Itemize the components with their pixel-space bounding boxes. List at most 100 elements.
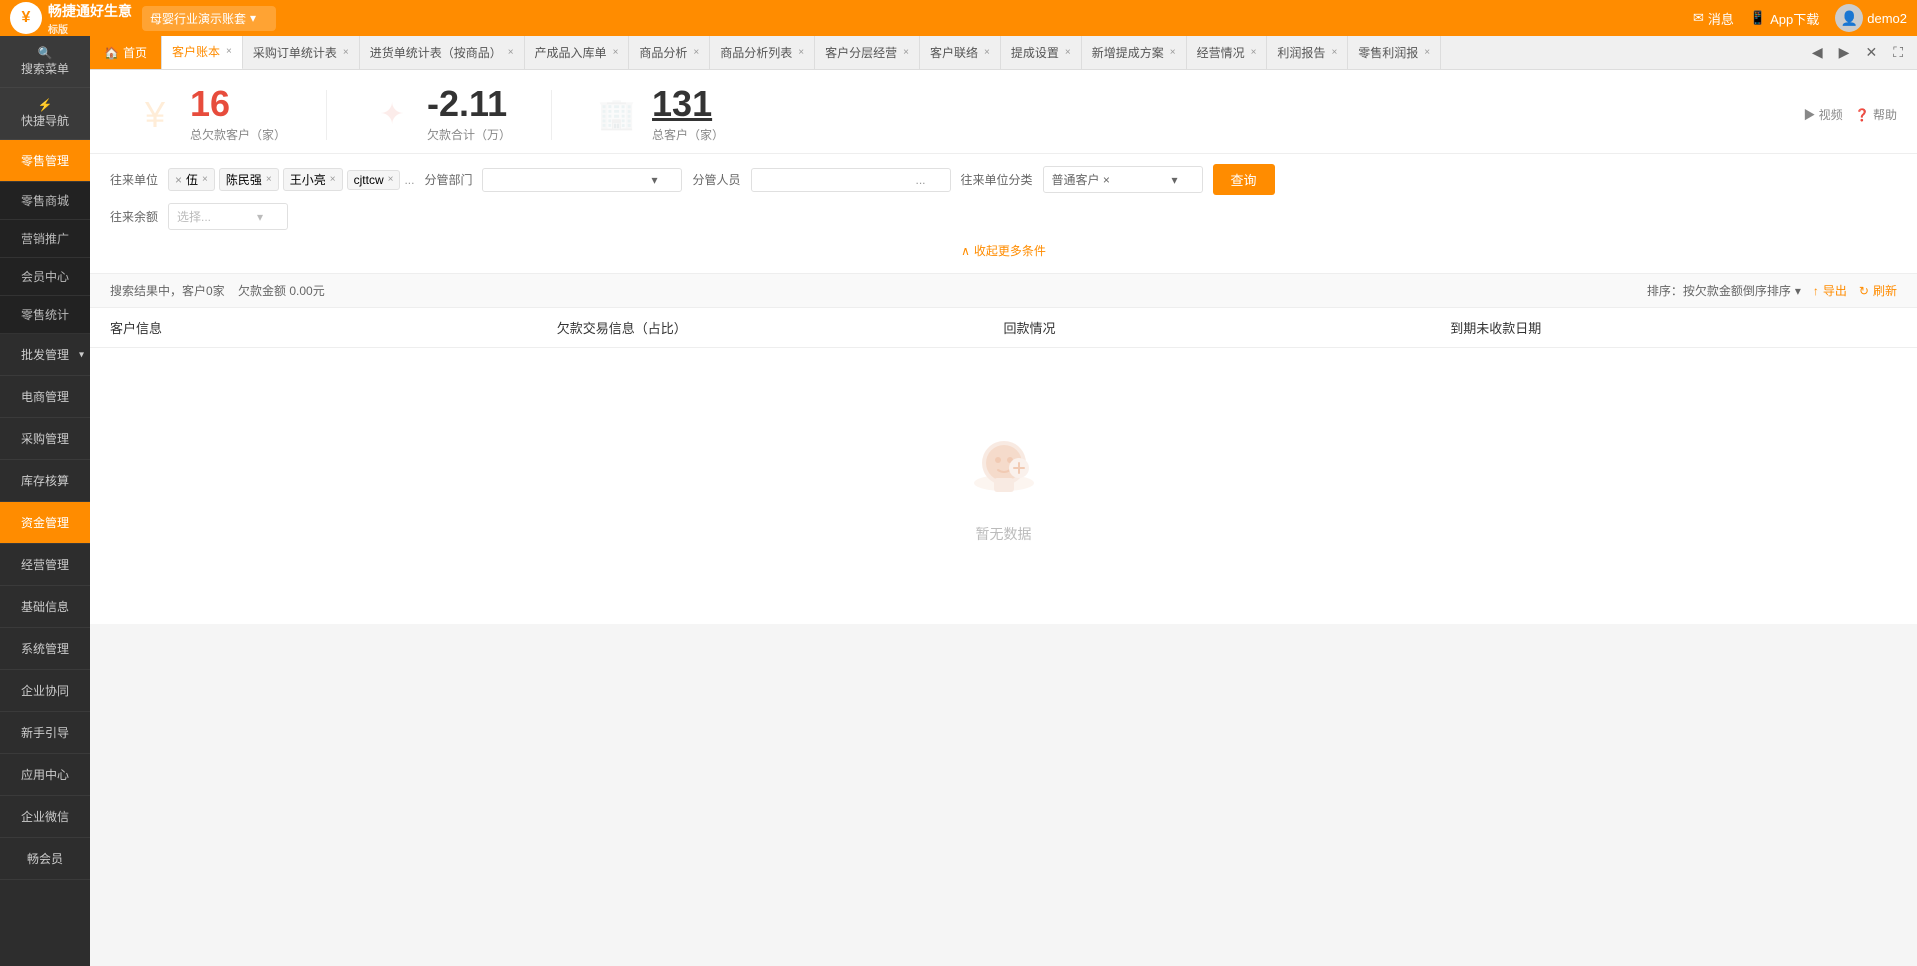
sidebar-item-inventory[interactable]: 库存核算 bbox=[0, 460, 90, 502]
filter-manager-label: 分管人员 bbox=[692, 171, 740, 188]
stat-item-total-customers: 131 总客户（家） bbox=[652, 86, 724, 143]
debt-customers-value: 16 bbox=[190, 86, 230, 122]
page-header: ¥ 16 总欠款客户（家） ✦ -2.11 欠 bbox=[90, 70, 1917, 154]
tab-scroll-right[interactable]: ▶ bbox=[1833, 44, 1856, 61]
sidebar-item-wecom[interactable]: 企业微信 bbox=[0, 796, 90, 838]
remove-tag-wu[interactable]: × bbox=[202, 174, 208, 185]
tab-customer-ledger[interactable]: 客户账本 × bbox=[162, 36, 243, 70]
collapse-button[interactable]: ∧ 收起更多条件 bbox=[961, 238, 1046, 263]
sidebar-item-marketing[interactable]: 营销推广 bbox=[0, 220, 90, 258]
tab-bar: 🏠 首页 客户账本 × 采购订单统计表 × 进货单统计表（按商品） × 产成品入… bbox=[90, 36, 1917, 70]
sidebar-item-app-center[interactable]: 应用中心 bbox=[0, 754, 90, 796]
sidebar-item-operations[interactable]: 经营管理 bbox=[0, 544, 90, 586]
tab-label: 进货单统计表（按商品） bbox=[370, 44, 502, 61]
tab-commission-setting[interactable]: 提成设置 × bbox=[1001, 36, 1082, 70]
user-menu[interactable]: 👤 demo2 bbox=[1835, 4, 1907, 32]
sort-select[interactable]: 排序：按欠款金额倒序排序 ▾ bbox=[1647, 282, 1801, 299]
sidebar-item-retail-stats[interactable]: 零售统计 bbox=[0, 296, 90, 334]
industry-selector[interactable]: 母婴行业演示账套 ▾ bbox=[132, 6, 1693, 31]
close-icon[interactable]: × bbox=[1331, 47, 1337, 58]
sidebar-item-finance[interactable]: 资金管理 bbox=[0, 502, 90, 544]
sidebar-item-retail-mgmt[interactable]: 零售管理 bbox=[0, 140, 90, 182]
close-icon[interactable]: × bbox=[508, 47, 514, 58]
sidebar-item-label: 经营管理 bbox=[21, 558, 69, 572]
tab-add-commission[interactable]: 新增提成方案 × bbox=[1082, 36, 1187, 70]
tab-retail-profit[interactable]: 零售利润报 × bbox=[1348, 36, 1441, 70]
industry-dropdown[interactable]: 母婴行业演示账套 ▾ bbox=[142, 6, 276, 31]
close-icon[interactable]: × bbox=[798, 47, 804, 58]
tab-goods-stats[interactable]: 进货单统计表（按商品） × bbox=[360, 36, 525, 70]
tab-label: 客户分层经营 bbox=[825, 44, 897, 61]
close-icon[interactable]: × bbox=[984, 47, 990, 58]
chevron-down-icon: ▾ bbox=[250, 11, 256, 25]
tab-customer-contact[interactable]: 客户联络 × bbox=[920, 36, 1001, 70]
filter-balance-select[interactable]: 选择... ▾ bbox=[168, 203, 288, 230]
video-label: 视频 bbox=[1819, 108, 1843, 122]
refresh-button[interactable]: ↻ 刷新 bbox=[1859, 282, 1897, 299]
close-icon[interactable]: × bbox=[1424, 47, 1430, 58]
query-button[interactable]: 查询 bbox=[1213, 164, 1275, 195]
close-icon[interactable]: × bbox=[693, 47, 699, 58]
tab-customer-tier[interactable]: 客户分层经营 × bbox=[815, 36, 920, 70]
remove-tag-chen[interactable]: × bbox=[266, 174, 272, 185]
main-layout: 🔍 搜索菜单 ⚡ 快捷导航 零售管理 零售商城 营销推广 会员中心 零售统计 批… bbox=[0, 36, 1917, 966]
chevron-down-icon: ▾ bbox=[651, 173, 657, 187]
home-icon: 🏠 bbox=[104, 46, 119, 60]
sidebar-item-guide[interactable]: 新手引导 bbox=[0, 712, 90, 754]
filter-unit-type-select[interactable]: 普通客户 × ▾ bbox=[1043, 166, 1203, 193]
tab-label: 采购订单统计表 bbox=[253, 44, 337, 61]
filter-manager-select[interactable]: ... bbox=[751, 168, 951, 192]
tab-operations[interactable]: 经营情况 × bbox=[1187, 36, 1268, 70]
close-icon[interactable]: × bbox=[226, 46, 232, 57]
remove-tag-wang[interactable]: × bbox=[330, 174, 336, 185]
sidebar-item-label: 基础信息 bbox=[21, 600, 69, 614]
stat-icon-customers: ¥ bbox=[130, 90, 180, 140]
close-icon[interactable]: × bbox=[343, 47, 349, 58]
tab-profit-report[interactable]: 利润报告 × bbox=[1267, 36, 1348, 70]
message-button[interactable]: ✉ 消息 bbox=[1693, 9, 1734, 28]
export-button[interactable]: ↑ 导出 bbox=[1813, 282, 1847, 299]
tab-product-analysis[interactable]: 商品分析 × bbox=[629, 36, 710, 70]
tab-production-in[interactable]: 产成品入库单 × bbox=[525, 36, 630, 70]
sidebar-item-system[interactable]: 系统管理 bbox=[0, 628, 90, 670]
tab-home[interactable]: 🏠 首页 bbox=[90, 36, 162, 70]
sidebar-item-purchase[interactable]: 采购管理 bbox=[0, 418, 90, 460]
tab-scroll-left[interactable]: ◀ bbox=[1806, 44, 1829, 61]
filter-dept-select[interactable]: ▾ bbox=[482, 168, 682, 192]
logo-sub: 标版 bbox=[48, 21, 132, 36]
close-icon[interactable]: × bbox=[1251, 47, 1257, 58]
stat-icon-total: 🏢 bbox=[592, 90, 642, 140]
filter-tag-label: cjttcw bbox=[354, 173, 384, 187]
close-icon[interactable]: × bbox=[903, 47, 909, 58]
filter-tag-x[interactable]: × bbox=[175, 173, 182, 187]
sidebar-item-basic-info[interactable]: 基础信息 bbox=[0, 586, 90, 628]
tab-product-analysis-list[interactable]: 商品分析列表 × bbox=[710, 36, 815, 70]
sidebar-quick-nav[interactable]: ⚡ 快捷导航 bbox=[0, 88, 90, 140]
sidebar-item-enterprise[interactable]: 企业协同 bbox=[0, 670, 90, 712]
sidebar-search[interactable]: 🔍 搜索菜单 bbox=[0, 36, 90, 88]
tab-close-all[interactable]: ✕ bbox=[1859, 44, 1883, 61]
sidebar-item-member-center[interactable]: 会员中心 bbox=[0, 258, 90, 296]
table-col-repayment: 回款情况 bbox=[1004, 318, 1451, 337]
sidebar-item-ecommerce[interactable]: 电商管理 bbox=[0, 376, 90, 418]
app-label: App下载 bbox=[1770, 9, 1819, 28]
close-icon[interactable]: × bbox=[613, 47, 619, 58]
sidebar-item-label: 零售商城 bbox=[21, 194, 69, 208]
tab-purchase-stats[interactable]: 采购订单统计表 × bbox=[243, 36, 360, 70]
filter-more-button[interactable]: ... bbox=[404, 173, 414, 187]
video-button[interactable]: ▶ 视频 bbox=[1803, 106, 1842, 123]
sidebar-item-member[interactable]: 畅会员 bbox=[0, 838, 90, 880]
app-download-button[interactable]: 📱 App下载 bbox=[1750, 9, 1819, 28]
remove-tag-cjttcw[interactable]: × bbox=[388, 174, 394, 185]
sidebar-item-wholesale[interactable]: 批发管理 ▾ bbox=[0, 334, 90, 376]
close-icon[interactable]: × bbox=[1170, 47, 1176, 58]
filter-tag-cjttcw: cjttcw × bbox=[347, 170, 401, 190]
close-icon[interactable]: × bbox=[1065, 47, 1071, 58]
help-button[interactable]: ❓ 帮助 bbox=[1855, 106, 1897, 123]
play-icon: ▶ bbox=[1803, 108, 1815, 122]
tab-maximize[interactable]: ⛶ bbox=[1887, 44, 1909, 61]
sidebar-item-retail-shop[interactable]: 零售商城 bbox=[0, 182, 90, 220]
help-label: 帮助 bbox=[1873, 108, 1897, 122]
tab-actions: ◀ ▶ ✕ ⛶ bbox=[1798, 44, 1917, 61]
filter-manager-dots[interactable]: ... bbox=[915, 173, 925, 187]
